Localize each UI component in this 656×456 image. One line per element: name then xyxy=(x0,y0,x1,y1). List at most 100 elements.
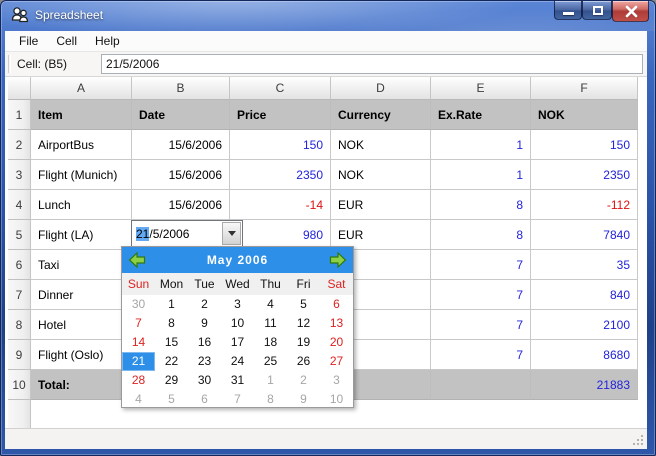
corner-header[interactable] xyxy=(8,77,31,100)
calendar-day-1[interactable]: 1 xyxy=(155,295,188,314)
calendar-day-13[interactable]: 13 xyxy=(320,314,353,333)
cell-A1[interactable]: Item xyxy=(31,100,132,130)
calendar-day-29[interactable]: 29 xyxy=(155,371,188,390)
calendar-day-21[interactable]: 21 xyxy=(122,352,155,371)
cell-F5[interactable]: 7840 xyxy=(531,220,638,250)
cell-F6[interactable]: 35 xyxy=(531,250,638,280)
calendar-day-9-other[interactable]: 9 xyxy=(287,390,320,409)
maximize-button[interactable] xyxy=(582,1,612,20)
cell-F8[interactable]: 2100 xyxy=(531,310,638,340)
toolbar-grip[interactable] xyxy=(8,55,11,73)
calendar-day-8[interactable]: 8 xyxy=(155,314,188,333)
minimize-button[interactable] xyxy=(554,1,582,20)
cell-A9[interactable]: Flight (Oslo) xyxy=(31,340,132,370)
calendar-day-5[interactable]: 5 xyxy=(287,295,320,314)
cell-E2[interactable]: 1 xyxy=(431,130,531,160)
calendar-day-27[interactable]: 27 xyxy=(320,352,353,371)
close-button[interactable] xyxy=(612,1,649,22)
cell-A10[interactable]: Total: xyxy=(31,370,132,400)
cell-E3[interactable]: 1 xyxy=(431,160,531,190)
calendar-day-5-other[interactable]: 5 xyxy=(155,390,188,409)
title-bar[interactable]: Spreadsheet xyxy=(1,1,655,31)
calendar-day-30-other[interactable]: 30 xyxy=(122,295,155,314)
cell-E7[interactable]: 7 xyxy=(431,280,531,310)
cell-E6[interactable]: 7 xyxy=(431,250,531,280)
cell-B3[interactable]: 15/6/2006 xyxy=(132,160,230,190)
calendar-day-19[interactable]: 19 xyxy=(287,333,320,352)
calendar-day-4[interactable]: 4 xyxy=(254,295,287,314)
calendar-day-1-other[interactable]: 1 xyxy=(254,371,287,390)
cell-C4[interactable]: -14 xyxy=(230,190,331,220)
cell-A4[interactable]: Lunch xyxy=(31,190,132,220)
calendar-day-9[interactable]: 9 xyxy=(188,314,221,333)
row-header-7[interactable]: 7 xyxy=(8,280,31,310)
menu-cell[interactable]: Cell xyxy=(47,31,86,52)
calendar-day-26[interactable]: 26 xyxy=(287,352,320,371)
calendar-day-16[interactable]: 16 xyxy=(188,333,221,352)
cell-A5[interactable]: Flight (LA) xyxy=(31,220,132,250)
calendar-day-15[interactable]: 15 xyxy=(155,333,188,352)
column-header-B[interactable]: B xyxy=(132,77,230,100)
calendar-day-2[interactable]: 2 xyxy=(188,295,221,314)
row-header-10[interactable]: 10 xyxy=(8,370,31,400)
cell-A8[interactable]: Hotel xyxy=(31,310,132,340)
calendar-day-3[interactable]: 3 xyxy=(221,295,254,314)
column-header-A[interactable]: A xyxy=(31,77,132,100)
column-header-F[interactable]: F xyxy=(531,77,638,100)
calendar-day-14[interactable]: 14 xyxy=(122,333,155,352)
calendar-day-3-other[interactable]: 3 xyxy=(320,371,353,390)
calendar-day-4-other[interactable]: 4 xyxy=(122,390,155,409)
cell-A7[interactable]: Dinner xyxy=(31,280,132,310)
row-header-8[interactable]: 8 xyxy=(8,310,31,340)
menu-help[interactable]: Help xyxy=(86,31,129,52)
column-header-E[interactable]: E xyxy=(431,77,531,100)
cell-B4[interactable]: 15/6/2006 xyxy=(132,190,230,220)
calendar-day-31[interactable]: 31 xyxy=(221,371,254,390)
cell-D3[interactable]: NOK xyxy=(331,160,431,190)
cell-E4[interactable]: 8 xyxy=(431,190,531,220)
cell-E1[interactable]: Ex.Rate xyxy=(431,100,531,130)
calendar-day-8-other[interactable]: 8 xyxy=(254,390,287,409)
cell-F7[interactable]: 840 xyxy=(531,280,638,310)
cell-B1[interactable]: Date xyxy=(132,100,230,130)
cell-E5[interactable]: 8 xyxy=(431,220,531,250)
row-header-4[interactable]: 4 xyxy=(8,190,31,220)
cell-E10[interactable] xyxy=(431,370,531,400)
row-header-5[interactable]: 5 xyxy=(8,220,31,250)
cell-C3[interactable]: 2350 xyxy=(230,160,331,190)
cell-A3[interactable]: Flight (Munich) xyxy=(31,160,132,190)
calendar-day-2-other[interactable]: 2 xyxy=(287,371,320,390)
cell-A6[interactable]: Taxi xyxy=(31,250,132,280)
cell-E8[interactable]: 7 xyxy=(431,310,531,340)
calendar-day-24[interactable]: 24 xyxy=(221,352,254,371)
cell-A2[interactable]: AirportBus xyxy=(31,130,132,160)
cell-D2[interactable]: NOK xyxy=(331,130,431,160)
calendar-day-22[interactable]: 22 xyxy=(155,352,188,371)
column-header-C[interactable]: C xyxy=(230,77,331,100)
cell-D4[interactable]: EUR xyxy=(331,190,431,220)
calendar-day-12[interactable]: 12 xyxy=(287,314,320,333)
calendar-day-20[interactable]: 20 xyxy=(320,333,353,352)
next-month-button[interactable] xyxy=(327,250,349,270)
cell-F1[interactable]: NOK xyxy=(531,100,638,130)
row-header-6[interactable]: 6 xyxy=(8,250,31,280)
calendar-day-17[interactable]: 17 xyxy=(221,333,254,352)
row-header-2[interactable]: 2 xyxy=(8,130,31,160)
date-combo-editor[interactable]: 21/5/2006 xyxy=(131,220,243,247)
calendar-day-10[interactable]: 10 xyxy=(221,314,254,333)
cell-B2[interactable]: 15/6/2006 xyxy=(132,130,230,160)
cell-C1[interactable]: Price xyxy=(230,100,331,130)
row-header-3[interactable]: 3 xyxy=(8,160,31,190)
calendar-day-28[interactable]: 28 xyxy=(122,371,155,390)
menu-file[interactable]: File xyxy=(10,31,47,52)
calendar-day-6-other[interactable]: 6 xyxy=(188,390,221,409)
prev-month-button[interactable] xyxy=(126,250,148,270)
resize-grip[interactable] xyxy=(632,434,644,446)
cell-value-input[interactable] xyxy=(101,54,643,74)
calendar-day-7[interactable]: 7 xyxy=(122,314,155,333)
column-header-D[interactable]: D xyxy=(331,77,431,100)
calendar-day-7-other[interactable]: 7 xyxy=(221,390,254,409)
cell-F10[interactable]: 21883 xyxy=(531,370,638,400)
row-header-9[interactable]: 9 xyxy=(8,340,31,370)
cell-F9[interactable]: 8680 xyxy=(531,340,638,370)
